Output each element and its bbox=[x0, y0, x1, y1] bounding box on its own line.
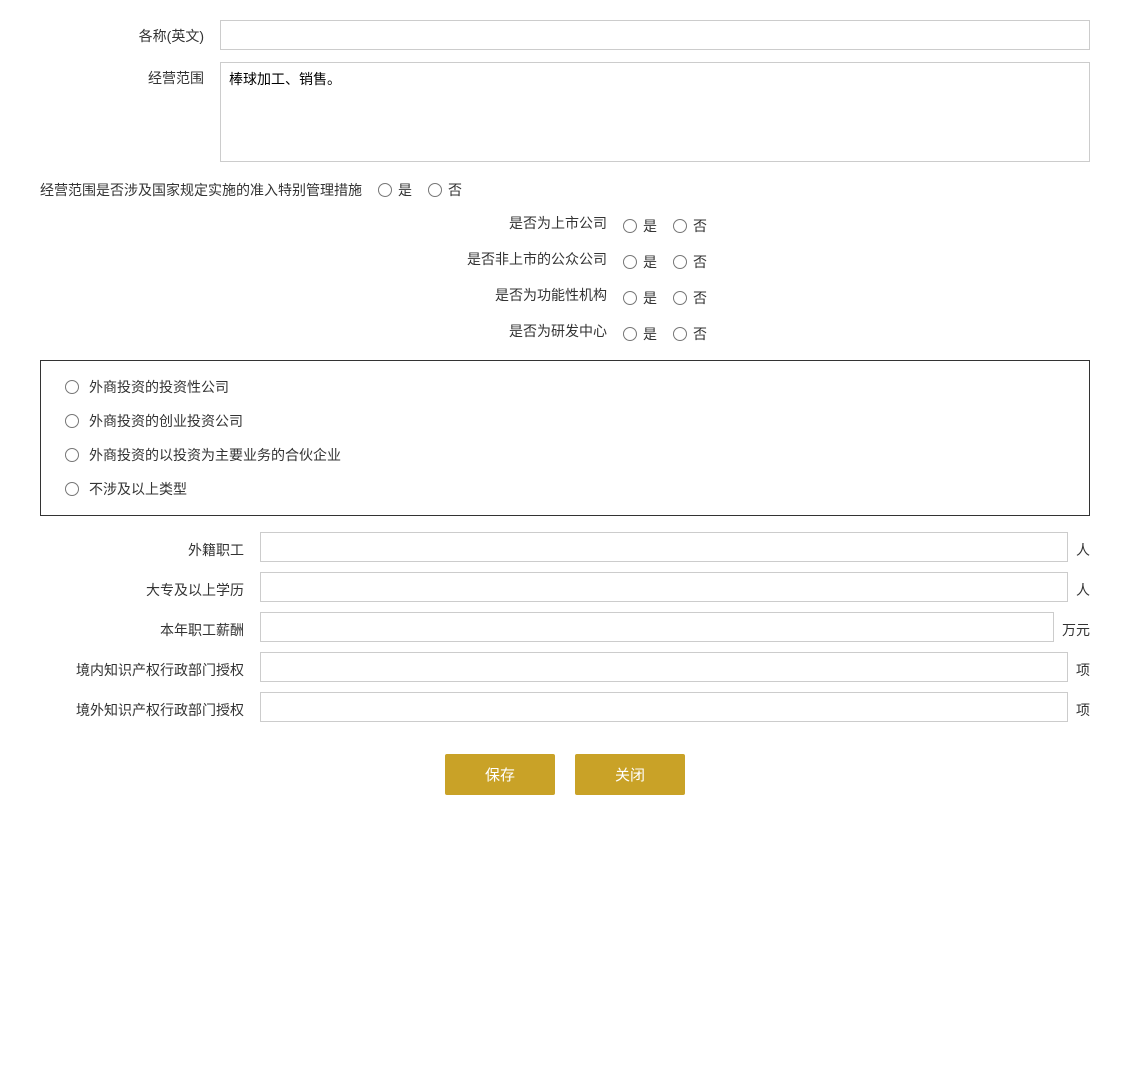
non-listed-public-radio-group: 是 否 bbox=[623, 246, 707, 272]
domestic-ip-input[interactable] bbox=[260, 652, 1068, 682]
functional-institution-no-radio[interactable] bbox=[673, 291, 687, 305]
foreign-employees-unit: 人 bbox=[1068, 534, 1090, 560]
partnership-label: 外商投资的以投资为主要业务的合伙企业 bbox=[89, 445, 341, 465]
business-scope-row: 经营范围 棒球加工、销售。 bbox=[40, 62, 1090, 162]
non-listed-public-yes-label: 是 bbox=[643, 252, 657, 272]
listed-company-radio-group: 是 否 bbox=[623, 210, 707, 236]
not-applicable-label: 不涉及以上类型 bbox=[89, 479, 187, 499]
name-en-row: 各称(英文) bbox=[40, 20, 1090, 50]
foreign-ip-unit: 项 bbox=[1068, 694, 1090, 720]
not-applicable-item[interactable]: 不涉及以上类型 bbox=[65, 479, 1065, 499]
name-en-input[interactable] bbox=[220, 20, 1090, 50]
business-scope-textarea[interactable]: 棒球加工、销售。 bbox=[220, 62, 1090, 162]
special-management-no-radio[interactable] bbox=[428, 183, 442, 197]
special-management-no-label: 否 bbox=[448, 180, 462, 200]
foreign-employees-label: 外籍职工 bbox=[40, 534, 260, 560]
special-management-yes[interactable]: 是 bbox=[378, 180, 412, 200]
name-en-label: 各称(英文) bbox=[40, 20, 220, 46]
special-management-yes-radio[interactable] bbox=[378, 183, 392, 197]
annual-salary-unit: 万元 bbox=[1054, 614, 1090, 640]
domestic-ip-unit: 项 bbox=[1068, 654, 1090, 680]
foreign-ip-label: 境外知识产权行政部门授权 bbox=[40, 694, 260, 720]
listed-company-yes-radio[interactable] bbox=[623, 219, 637, 233]
functional-institution-no[interactable]: 否 bbox=[673, 288, 707, 308]
domestic-ip-label: 境内知识产权行政部门授权 bbox=[40, 654, 260, 680]
button-row: 保存 关闭 bbox=[40, 754, 1090, 795]
foreign-employees-row: 外籍职工 人 bbox=[40, 532, 1090, 562]
listed-company-label: 是否为上市公司 bbox=[423, 213, 623, 233]
partnership-radio[interactable] bbox=[65, 448, 79, 462]
investment-type-box: 外商投资的投资性公司 外商投资的创业投资公司 外商投资的以投资为主要业务的合伙企… bbox=[40, 360, 1090, 516]
non-listed-public-label: 是否非上市的公众公司 bbox=[423, 249, 623, 269]
partnership-item[interactable]: 外商投资的以投资为主要业务的合伙企业 bbox=[65, 445, 1065, 465]
functional-institution-yes[interactable]: 是 bbox=[623, 288, 657, 308]
functional-institution-yes-label: 是 bbox=[643, 288, 657, 308]
business-scope-label: 经营范围 bbox=[40, 62, 220, 88]
annual-salary-row: 本年职工薪酬 万元 bbox=[40, 612, 1090, 642]
special-management-no[interactable]: 否 bbox=[428, 180, 462, 200]
functional-institution-no-label: 否 bbox=[693, 288, 707, 308]
special-management-row: 经营范围是否涉及国家规定实施的准入特别管理措施 是 否 bbox=[40, 174, 1090, 200]
not-applicable-radio[interactable] bbox=[65, 482, 79, 496]
college-degree-input[interactable] bbox=[260, 572, 1068, 602]
investment-company-item[interactable]: 外商投资的投资性公司 bbox=[65, 377, 1065, 397]
annual-salary-input-group: 万元 bbox=[260, 612, 1090, 642]
college-degree-row: 大专及以上学历 人 bbox=[40, 572, 1090, 602]
college-degree-label: 大专及以上学历 bbox=[40, 574, 260, 600]
venture-investment-label: 外商投资的创业投资公司 bbox=[89, 411, 243, 431]
annual-salary-input[interactable] bbox=[260, 612, 1054, 642]
rd-center-label: 是否为研发中心 bbox=[423, 321, 623, 341]
non-listed-public-no[interactable]: 否 bbox=[673, 252, 707, 272]
rd-center-yes[interactable]: 是 bbox=[623, 324, 657, 344]
rd-center-no[interactable]: 否 bbox=[673, 324, 707, 344]
listed-company-yes-label: 是 bbox=[643, 216, 657, 236]
non-listed-public-yes[interactable]: 是 bbox=[623, 252, 657, 272]
annual-salary-label: 本年职工薪酬 bbox=[40, 614, 260, 640]
college-degree-input-group: 人 bbox=[260, 572, 1090, 602]
investment-company-label: 外商投资的投资性公司 bbox=[89, 377, 229, 397]
college-degree-unit: 人 bbox=[1068, 574, 1090, 600]
non-listed-public-no-label: 否 bbox=[693, 252, 707, 272]
rd-center-no-radio[interactable] bbox=[673, 327, 687, 341]
venture-investment-radio[interactable] bbox=[65, 414, 79, 428]
foreign-employees-input-group: 人 bbox=[260, 532, 1090, 562]
domestic-ip-row: 境内知识产权行政部门授权 项 bbox=[40, 652, 1090, 682]
rd-center-row: 是否为研发中心 是 否 bbox=[40, 318, 1090, 344]
special-management-label: 经营范围是否涉及国家规定实施的准入特别管理措施 bbox=[40, 174, 378, 200]
listed-company-no-radio[interactable] bbox=[673, 219, 687, 233]
non-listed-public-row: 是否非上市的公众公司 是 否 bbox=[40, 246, 1090, 272]
venture-investment-item[interactable]: 外商投资的创业投资公司 bbox=[65, 411, 1065, 431]
functional-institution-yes-radio[interactable] bbox=[623, 291, 637, 305]
listed-company-no-label: 否 bbox=[693, 216, 707, 236]
functional-institution-label: 是否为功能性机构 bbox=[423, 285, 623, 305]
foreign-ip-input-group: 项 bbox=[260, 692, 1090, 722]
rd-center-yes-label: 是 bbox=[643, 324, 657, 344]
form-container: 各称(英文) 经营范围 棒球加工、销售。 经营范围是否涉及国家规定实施的准入特别… bbox=[40, 20, 1090, 795]
save-button[interactable]: 保存 bbox=[445, 754, 555, 795]
listed-company-no[interactable]: 否 bbox=[673, 216, 707, 236]
listed-company-yes[interactable]: 是 bbox=[623, 216, 657, 236]
rd-center-radio-group: 是 否 bbox=[623, 318, 707, 344]
special-management-radio-group: 是 否 bbox=[378, 174, 462, 200]
foreign-employees-input[interactable] bbox=[260, 532, 1068, 562]
domestic-ip-input-group: 项 bbox=[260, 652, 1090, 682]
special-management-yes-label: 是 bbox=[398, 180, 412, 200]
functional-institution-row: 是否为功能性机构 是 否 bbox=[40, 282, 1090, 308]
rd-center-no-label: 否 bbox=[693, 324, 707, 344]
non-listed-public-yes-radio[interactable] bbox=[623, 255, 637, 269]
non-listed-public-no-radio[interactable] bbox=[673, 255, 687, 269]
foreign-ip-row: 境外知识产权行政部门授权 项 bbox=[40, 692, 1090, 722]
investment-company-radio[interactable] bbox=[65, 380, 79, 394]
close-button[interactable]: 关闭 bbox=[575, 754, 685, 795]
rd-center-yes-radio[interactable] bbox=[623, 327, 637, 341]
listed-company-row: 是否为上市公司 是 否 bbox=[40, 210, 1090, 236]
foreign-ip-input[interactable] bbox=[260, 692, 1068, 722]
functional-institution-radio-group: 是 否 bbox=[623, 282, 707, 308]
